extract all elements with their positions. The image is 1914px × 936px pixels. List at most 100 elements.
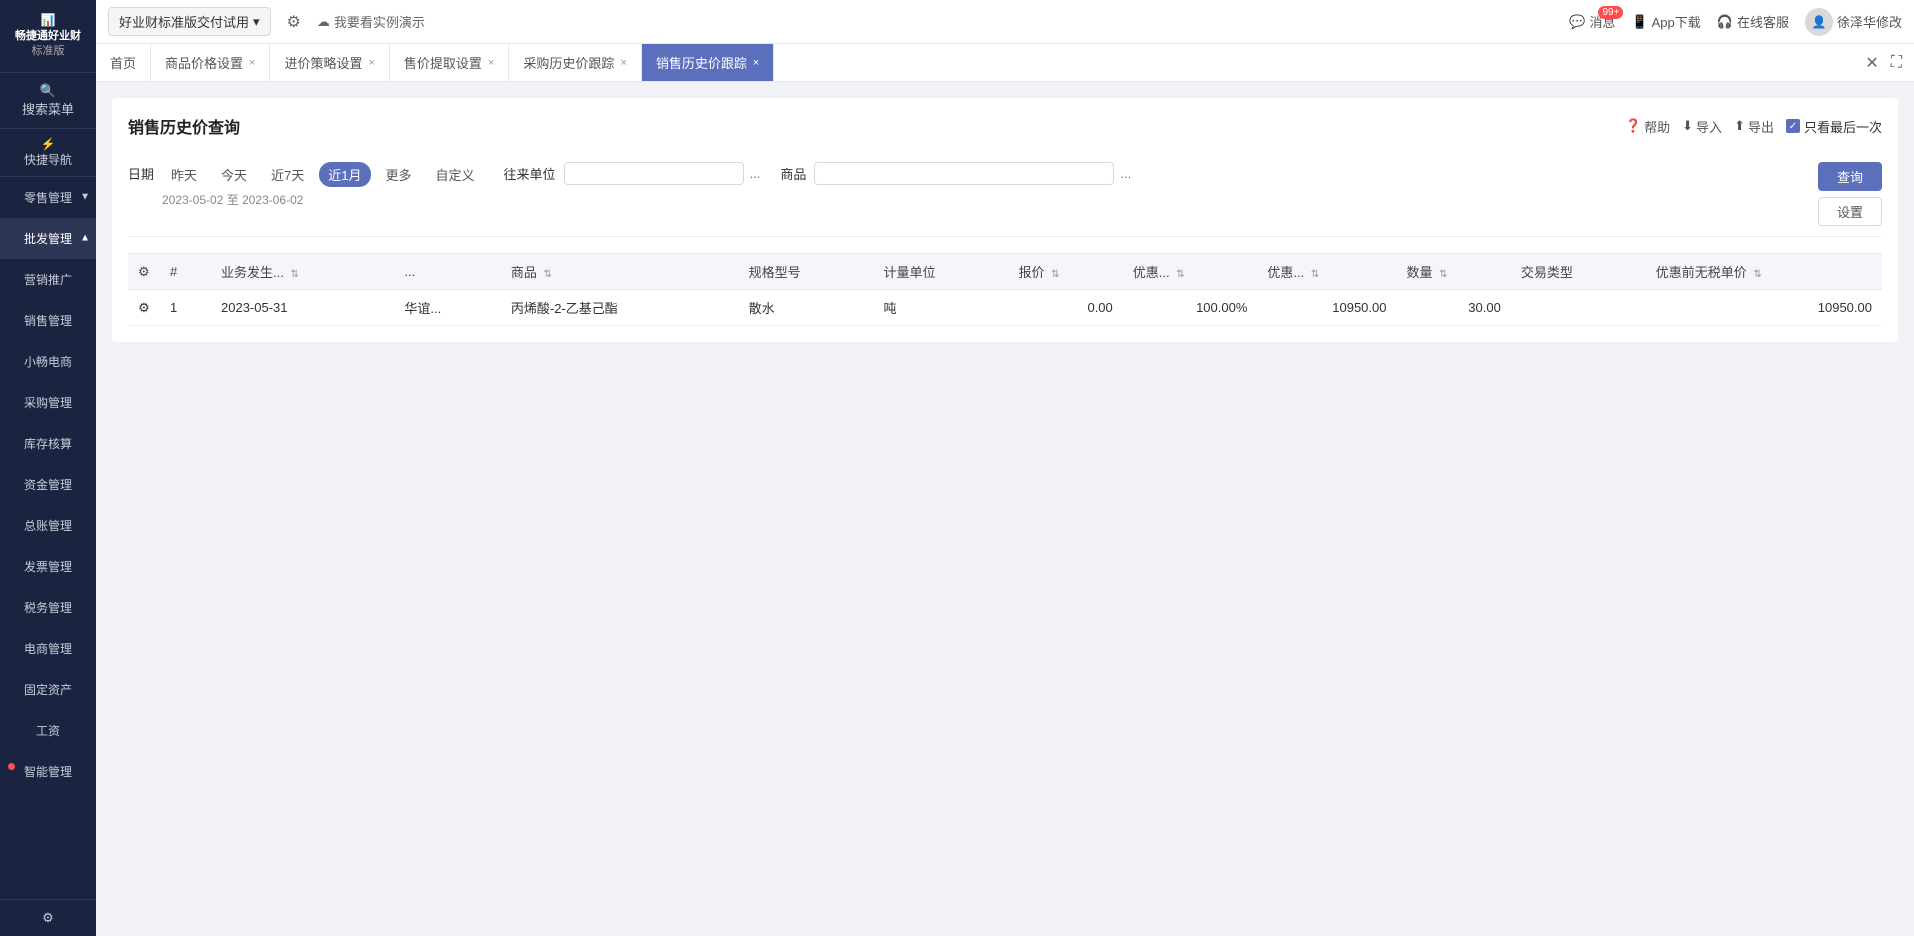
- customer-input[interactable]: [564, 162, 744, 185]
- tab-label: 进价策略设置: [284, 53, 362, 72]
- date-today-btn[interactable]: 今天: [212, 162, 256, 187]
- user-info[interactable]: 👤 徐泽华修改: [1805, 8, 1902, 36]
- tab-maximize-btn[interactable]: ⛶: [1887, 52, 1906, 74]
- customer-label: 往来单位: [504, 162, 556, 183]
- sidebar-item-marketing[interactable]: 营销推广: [0, 259, 96, 300]
- main-area: 好业财标准版交付试用 ▾ ⚙ ☁ 我要看实例演示 💬 消息 99+ 📱 App下…: [96, 0, 1914, 936]
- sidebar-item-label: 智能管理: [24, 763, 72, 780]
- customer-service-btn[interactable]: 🎧 在线客服: [1717, 12, 1789, 31]
- tab-purchase-strategy[interactable]: 进价策略设置 ×: [270, 44, 389, 82]
- tab-price[interactable]: 商品价格设置 ×: [151, 44, 270, 82]
- th-num: #: [160, 254, 211, 290]
- help-btn[interactable]: ❓ 帮助: [1625, 117, 1670, 136]
- th-spec: 规格型号: [739, 254, 874, 290]
- tab-close-window-btn[interactable]: ✕: [1861, 51, 1882, 75]
- date-yesterday-btn[interactable]: 昨天: [162, 162, 206, 187]
- date-custom-btn[interactable]: 自定义: [427, 162, 484, 187]
- settings-button[interactable]: 设置: [1818, 197, 1882, 226]
- tab-close-icon[interactable]: ×: [488, 57, 494, 69]
- sidebar-item-sales[interactable]: 销售管理: [0, 300, 96, 341]
- sidebar-item-salary[interactable]: 工资: [0, 710, 96, 751]
- th-more[interactable]: ...: [394, 254, 501, 290]
- message-badge: 99+: [1598, 6, 1623, 19]
- th-pretax[interactable]: 优惠前无税单价 ⇅: [1646, 254, 1882, 290]
- row-num: 1: [160, 290, 211, 326]
- sidebar-item-account[interactable]: 总账管理: [0, 505, 96, 546]
- tab-close-icon[interactable]: ×: [620, 57, 626, 69]
- th-gear[interactable]: ⚙: [128, 254, 160, 290]
- sidebar-item-tax[interactable]: 税务管理: [0, 587, 96, 628]
- last-only-checkbox[interactable]: ✓ 只看最后一次: [1786, 117, 1882, 136]
- sidebar-item-invoice[interactable]: 发票管理: [0, 546, 96, 587]
- sidebar-settings-btn[interactable]: ⚙: [0, 899, 96, 936]
- customer-ellipsis-btn[interactable]: ...: [750, 166, 761, 181]
- tab-label: 首页: [110, 53, 136, 72]
- logo-edition: 标准版: [8, 44, 88, 59]
- sidebar-item-purchase[interactable]: 采购管理: [0, 382, 96, 423]
- edition-selector[interactable]: 好业财标准版交付试用 ▾: [108, 7, 271, 36]
- table-header: ⚙ # 业务发生... ⇅ ... 商品 ⇅ 规格型号 计量单位: [128, 254, 1882, 290]
- sidebar-quicknav[interactable]: ⚡ 快捷导航: [0, 129, 96, 177]
- sidebar-item-retail[interactable]: 零售管理 ▼: [0, 177, 96, 218]
- product-ellipsis-btn[interactable]: ...: [1120, 166, 1131, 181]
- sidebar-item-ecommerce-small[interactable]: 小畅电商: [0, 341, 96, 382]
- filter-row: 日期 昨天 今天 近7天 近1月 更多 自定义 2023-05-02 至 202…: [128, 152, 1882, 237]
- row-more[interactable]: 华谊...: [394, 290, 501, 326]
- sidebar-item-label: 库存核算: [24, 435, 72, 452]
- tab-purchase-history[interactable]: 采购历史价跟踪 ×: [509, 44, 641, 82]
- th-price[interactable]: 报价 ⇅: [1008, 254, 1122, 290]
- export-btn[interactable]: ⬆ 导出: [1734, 117, 1774, 136]
- topbar: 好业财标准版交付试用 ▾ ⚙ ☁ 我要看实例演示 💬 消息 99+ 📱 App下…: [96, 0, 1914, 44]
- checkbox-icon: ✓: [1786, 119, 1800, 133]
- date-options: 昨天 今天 近7天 近1月 更多 自定义 2023-05-02 至 2023-0…: [162, 162, 484, 208]
- th-qty[interactable]: 数量 ⇅: [1396, 254, 1510, 290]
- sidebar-item-label: 税务管理: [24, 599, 72, 616]
- help-icon: ❓: [1625, 118, 1641, 134]
- tab-label: 售价提取设置: [404, 53, 482, 72]
- sidebar-item-asset[interactable]: 固定资产: [0, 669, 96, 710]
- row-product: 丙烯酸-2-乙基己酯: [501, 290, 739, 326]
- sidebar-search[interactable]: 🔍 搜索菜单: [0, 73, 96, 129]
- topbar-settings-btn[interactable]: ⚙: [279, 8, 309, 36]
- th-discount1-label: 优惠...: [1133, 265, 1170, 280]
- export-label: 导出: [1748, 117, 1774, 136]
- message-icon: 💬: [1569, 14, 1585, 30]
- sidebar-item-wholesale[interactable]: 批发管理 ▲: [0, 218, 96, 259]
- sidebar-item-smart[interactable]: 智能管理: [0, 751, 96, 792]
- sidebar-item-capital[interactable]: 资金管理: [0, 464, 96, 505]
- row-gear[interactable]: ⚙: [128, 290, 160, 326]
- tab-home[interactable]: 首页: [96, 44, 151, 82]
- date-more-btn[interactable]: 更多: [377, 162, 421, 187]
- date-1month-btn[interactable]: 近1月: [319, 162, 370, 187]
- tab-close-icon[interactable]: ×: [368, 57, 374, 69]
- query-button[interactable]: 查询: [1818, 162, 1882, 191]
- date-7days-btn[interactable]: 近7天: [262, 162, 313, 187]
- th-product[interactable]: 商品 ⇅: [501, 254, 739, 290]
- th-date[interactable]: 业务发生... ⇅: [211, 254, 394, 290]
- sidebar-item-label: 零售管理: [24, 189, 72, 206]
- row-discount1: 100.00%: [1123, 290, 1258, 326]
- sort-icon: ⇅: [1439, 269, 1447, 280]
- product-input-group: ...: [814, 162, 1131, 185]
- product-label: 商品: [780, 162, 806, 183]
- demo-link[interactable]: ☁ 我要看实例演示: [317, 12, 425, 31]
- sidebar-item-inventory[interactable]: 库存核算: [0, 423, 96, 464]
- settings-icon: ⚙: [287, 14, 301, 31]
- app-download-btn[interactable]: 📱 App下载: [1631, 12, 1700, 31]
- page-actions: ❓ 帮助 ⬇ 导入 ⬆ 导出 ✓ 只看最后一次: [1625, 117, 1882, 136]
- app-logo[interactable]: 📊 畅捷通好业财 标准版: [0, 0, 96, 73]
- product-input[interactable]: [814, 162, 1114, 185]
- tab-sale-extract[interactable]: 售价提取设置 ×: [390, 44, 509, 82]
- message-btn[interactable]: 💬 消息 99+: [1569, 12, 1615, 31]
- sidebar-item-label: 固定资产: [24, 681, 72, 698]
- tab-close-icon[interactable]: ×: [753, 57, 759, 69]
- tab-sales-history[interactable]: 销售历史价跟踪 ×: [642, 44, 774, 82]
- sidebar-item-label: 工资: [36, 722, 60, 739]
- sidebar-item-ecommerce[interactable]: 电商管理: [0, 628, 96, 669]
- tab-close-icon[interactable]: ×: [249, 57, 255, 69]
- th-discount1[interactable]: 优惠... ⇅: [1123, 254, 1258, 290]
- logo-icon: 📊: [8, 12, 88, 29]
- th-discount2[interactable]: 优惠... ⇅: [1257, 254, 1396, 290]
- import-btn[interactable]: ⬇ 导入: [1682, 117, 1722, 136]
- chevron-icon: ▲: [80, 233, 90, 244]
